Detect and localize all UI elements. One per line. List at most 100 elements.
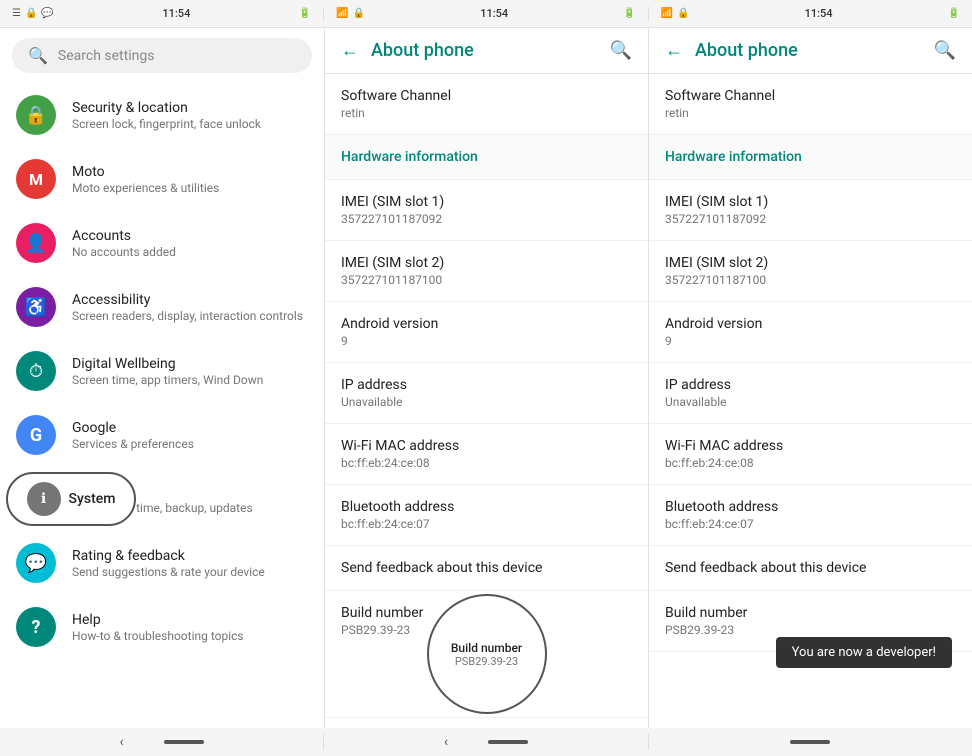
settings-item-moto[interactable]: M Moto Moto experiences & utilities bbox=[0, 147, 324, 211]
left-status-icons: ☰ 🔒 💬 bbox=[12, 8, 54, 19]
nav-section-right bbox=[649, 740, 972, 744]
search-button-2[interactable]: 🔍 bbox=[934, 40, 956, 61]
accessibility-title: Accessibility bbox=[72, 292, 308, 308]
accounts-title: Accounts bbox=[72, 228, 308, 244]
about-panels: ← About phone 🔍 Software Channel retin H… bbox=[325, 28, 972, 728]
back-button-2[interactable]: ← bbox=[665, 40, 683, 61]
search-bar[interactable]: 🔍 Search settings bbox=[12, 38, 312, 73]
about-ip-2[interactable]: IP address Unavailable bbox=[649, 363, 972, 424]
nav-pill-left bbox=[164, 740, 204, 744]
about-hardware-header-1: Hardware information bbox=[325, 135, 648, 180]
send-feedback-title-2: Send feedback about this device bbox=[665, 560, 956, 576]
digital-wellbeing-title: Digital Wellbeing bbox=[72, 356, 308, 372]
build-number-title-2: Build number bbox=[665, 605, 956, 621]
security-text: Security & location Screen lock, fingerp… bbox=[72, 100, 308, 131]
status-bar: ☰ 🔒 💬 11:54 🔋 📶 🔒 11:54 🔋 📶 🔒 11:54 🔋 bbox=[0, 0, 972, 28]
nav-section-mid: ‹ bbox=[324, 734, 648, 750]
about-imei1-1[interactable]: IMEI (SIM slot 1) 357227101187092 bbox=[325, 180, 648, 241]
panel-header-2: ← About phone 🔍 bbox=[649, 28, 972, 74]
panel-title-2: About phone bbox=[695, 40, 922, 61]
about-imei2-1[interactable]: IMEI (SIM slot 2) 357227101187100 bbox=[325, 241, 648, 302]
hardware-title-1: Hardware information bbox=[341, 149, 632, 165]
about-imei2-2[interactable]: IMEI (SIM slot 2) 357227101187100 bbox=[649, 241, 972, 302]
toast-notification: You are now a developer! bbox=[776, 637, 952, 668]
settings-item-digital-wellbeing[interactable]: ⏱ Digital Wellbeing Screen time, app tim… bbox=[0, 339, 324, 403]
about-wifi-2[interactable]: Wi-Fi MAC address bc:ff:eb:24:ce:08 bbox=[649, 424, 972, 485]
about-bluetooth-1[interactable]: Bluetooth address bc:ff:eb:24:ce:07 bbox=[325, 485, 648, 546]
nav-pill-right bbox=[790, 740, 830, 744]
imei1-value-1: 357227101187092 bbox=[341, 212, 632, 226]
imei2-value-1: 357227101187100 bbox=[341, 273, 632, 287]
settings-item-rating[interactable]: 💬 Rating & feedback Send suggestions & r… bbox=[0, 531, 324, 595]
accounts-subtitle: No accounts added bbox=[72, 245, 308, 259]
signal-icon-mid: 📶 bbox=[336, 8, 348, 19]
bluetooth-title-1: Bluetooth address bbox=[341, 499, 632, 515]
rating-subtitle: Send suggestions & rate your device bbox=[72, 565, 308, 579]
about-hardware-header-2: Hardware information bbox=[649, 135, 972, 180]
ip-value-1: Unavailable bbox=[341, 395, 632, 409]
about-wifi-1[interactable]: Wi-Fi MAC address bc:ff:eb:24:ce:08 bbox=[325, 424, 648, 485]
security-icon-circle: 🔒 bbox=[16, 95, 56, 135]
about-android-2[interactable]: Android version 9 bbox=[649, 302, 972, 363]
right-status-icons: 📶 🔒 bbox=[661, 8, 690, 19]
nav-section-left: ‹ bbox=[0, 734, 324, 750]
settings-item-google[interactable]: G Google Services & preferences bbox=[0, 403, 324, 467]
ip-title-1: IP address bbox=[341, 377, 632, 393]
about-imei1-2[interactable]: IMEI (SIM slot 1) 357227101187092 bbox=[649, 180, 972, 241]
notification-icon: ☰ bbox=[12, 8, 21, 19]
rating-text: Rating & feedback Send suggestions & rat… bbox=[72, 548, 308, 579]
time-left: 11:54 bbox=[162, 7, 190, 20]
ip-title-2: IP address bbox=[665, 377, 956, 393]
navigation-bar: ‹ ‹ bbox=[0, 728, 972, 756]
panel-title-1: About phone bbox=[371, 40, 598, 61]
build-number-title-1: Build number bbox=[341, 605, 632, 621]
about-panel-2: ← About phone 🔍 Software Channel retin H… bbox=[649, 28, 972, 728]
settings-item-system[interactable]: ℹ System ℹ System Languages, time, backu… bbox=[0, 467, 324, 531]
android-value-2: 9 bbox=[665, 334, 956, 348]
accounts-icon-circle: 👤 bbox=[16, 223, 56, 263]
google-icon-circle: G bbox=[16, 415, 56, 455]
moto-title: Moto bbox=[72, 164, 308, 180]
about-send-feedback-1[interactable]: Send feedback about this device bbox=[325, 546, 648, 591]
imei1-value-2: 357227101187092 bbox=[665, 212, 956, 226]
about-list-1: Software Channel retin Hardware informat… bbox=[325, 74, 648, 728]
moto-subtitle: Moto experiences & utilities bbox=[72, 181, 308, 195]
message-icon: 💬 bbox=[41, 8, 53, 19]
about-software-channel-1[interactable]: Software Channel retin bbox=[325, 74, 648, 135]
settings-item-accounts[interactable]: 👤 Accounts No accounts added bbox=[0, 211, 324, 275]
rating-title: Rating & feedback bbox=[72, 548, 308, 564]
about-send-feedback-2[interactable]: Send feedback about this device bbox=[649, 546, 972, 591]
about-software-channel-2[interactable]: Software Channel retin bbox=[649, 74, 972, 135]
moto-icon-circle: M bbox=[16, 159, 56, 199]
battery-right: 🔋 bbox=[948, 8, 960, 19]
mid-status-icons: 📶 🔒 bbox=[336, 8, 365, 19]
about-bluetooth-2[interactable]: Bluetooth address bc:ff:eb:24:ce:07 bbox=[649, 485, 972, 546]
google-subtitle: Services & preferences bbox=[72, 437, 308, 451]
digital-wellbeing-text: Digital Wellbeing Screen time, app timer… bbox=[72, 356, 308, 387]
accessibility-icon-circle: ♿ bbox=[16, 287, 56, 327]
back-nav-mid[interactable]: ‹ bbox=[444, 734, 448, 750]
android-title-2: Android version bbox=[665, 316, 956, 332]
help-subtitle: How-to & troubleshooting topics bbox=[72, 629, 308, 643]
about-build-number-1[interactable]: Build number PSB29.39-23 Build number PS… bbox=[325, 591, 648, 718]
back-nav-left[interactable]: ‹ bbox=[120, 734, 124, 750]
search-placeholder: Search settings bbox=[58, 48, 296, 64]
back-button-1[interactable]: ← bbox=[341, 40, 359, 61]
about-ip-1[interactable]: IP address Unavailable bbox=[325, 363, 648, 424]
software-channel-title-2: Software Channel bbox=[665, 88, 956, 104]
software-channel-value-1: retin bbox=[341, 106, 632, 120]
bluetooth-title-2: Bluetooth address bbox=[665, 499, 956, 515]
digital-wellbeing-subtitle: Screen time, app timers, Wind Down bbox=[72, 373, 308, 387]
wifi-value-1: bc:ff:eb:24:ce:08 bbox=[341, 456, 632, 470]
security-title: Security & location bbox=[72, 100, 308, 116]
settings-item-help[interactable]: ? Help How-to & troubleshooting topics bbox=[0, 595, 324, 659]
settings-item-accessibility[interactable]: ♿ Accessibility Screen readers, display,… bbox=[0, 275, 324, 339]
search-button-1[interactable]: 🔍 bbox=[610, 40, 632, 61]
android-value-1: 9 bbox=[341, 334, 632, 348]
status-section-mid: 📶 🔒 11:54 🔋 bbox=[324, 7, 648, 20]
android-title-1: Android version bbox=[341, 316, 632, 332]
settings-item-security[interactable]: 🔒 Security & location Screen lock, finge… bbox=[0, 83, 324, 147]
google-text: Google Services & preferences bbox=[72, 420, 308, 451]
accounts-text: Accounts No accounts added bbox=[72, 228, 308, 259]
about-android-1[interactable]: Android version 9 bbox=[325, 302, 648, 363]
